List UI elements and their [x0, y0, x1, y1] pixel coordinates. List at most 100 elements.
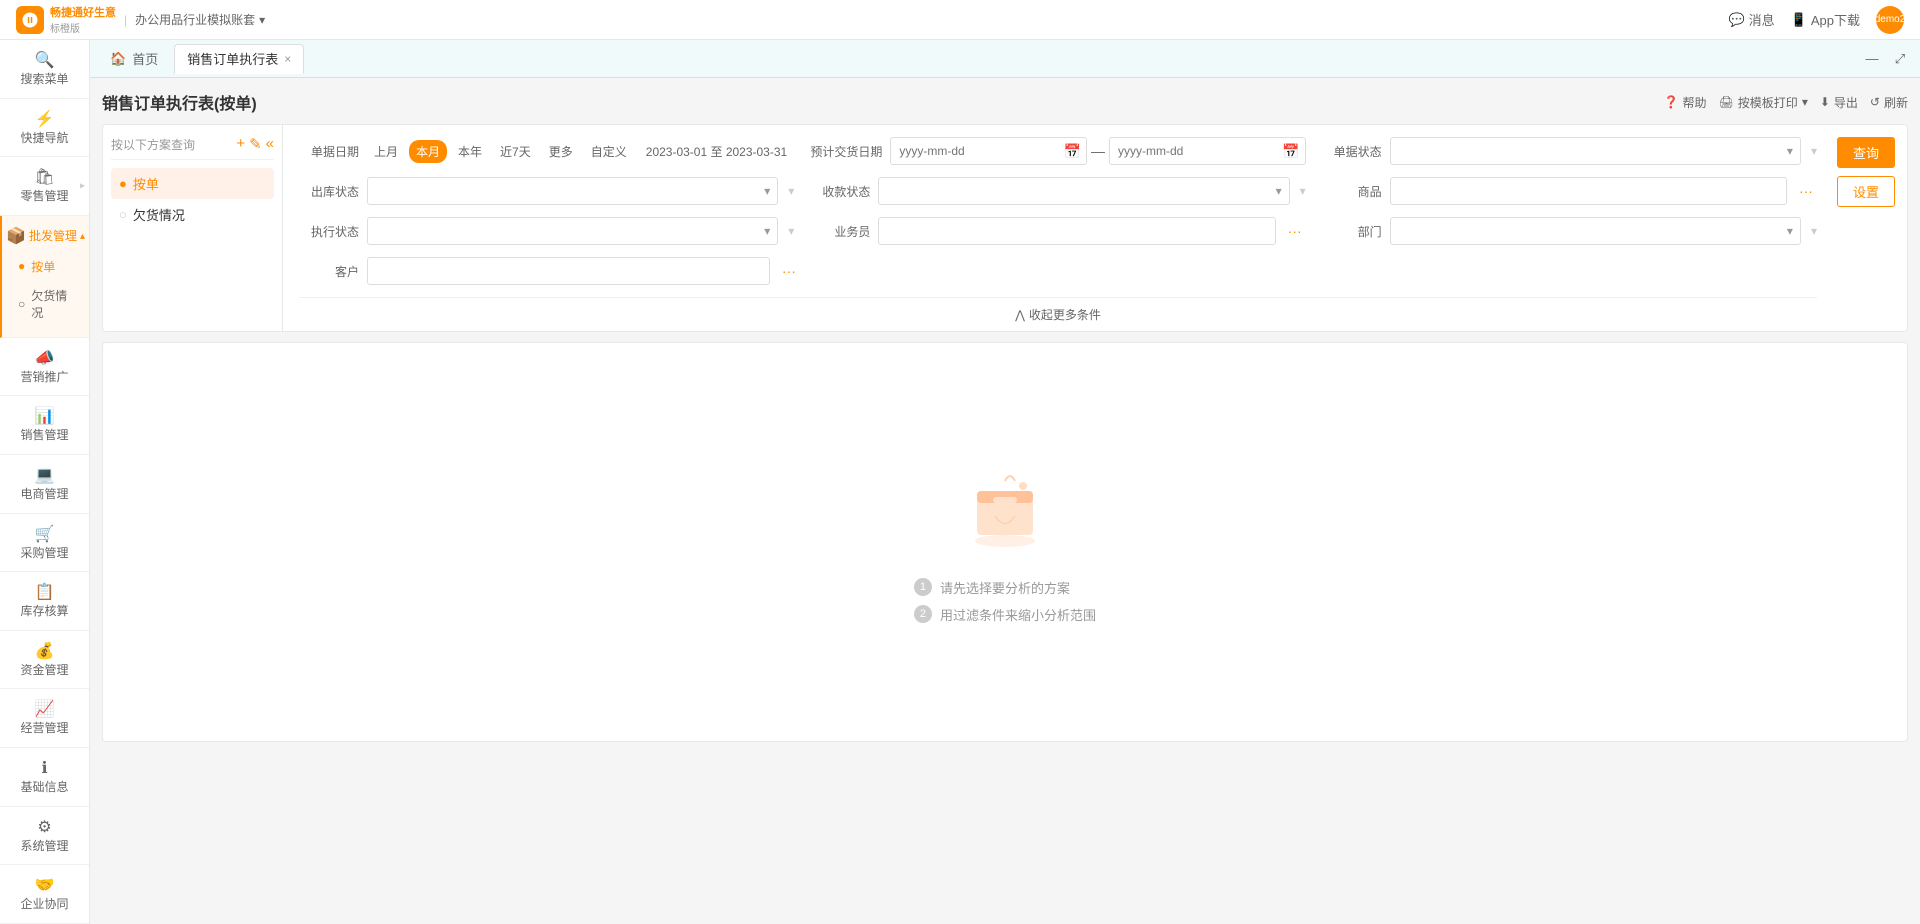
salesman-input[interactable] [878, 217, 1275, 245]
date-label: 单据日期 [299, 143, 359, 160]
sidebar-item-finance[interactable]: 💰 资金管理 [0, 631, 89, 690]
help-button[interactable]: ❓ 帮助 [1664, 94, 1707, 111]
scheme-item-shortage[interactable]: ○ 欠货情况 [111, 199, 274, 230]
app-download-action[interactable]: 📱 App下载 [1791, 10, 1860, 29]
period-this-year[interactable]: 本年 [451, 140, 489, 163]
export-button[interactable]: ⬇ 导出 [1820, 94, 1858, 111]
query-button[interactable]: 查询 [1837, 137, 1895, 168]
home-icon: 🏠 [110, 51, 126, 67]
page-title: 销售订单执行表(按单) [102, 90, 257, 114]
delivery-date-start-input[interactable] [890, 137, 1087, 165]
settings-button[interactable]: 设置 [1837, 176, 1895, 207]
filter-row-2: 出库状态 全部 未出库 部分出库 全部出库 [299, 177, 1817, 205]
tab-close-icon[interactable]: × [284, 52, 291, 66]
collapse-button[interactable]: ⋀ 收起更多条件 [1015, 306, 1101, 323]
scheme-edit-button[interactable]: ✎ [249, 135, 262, 153]
tab-sales-order[interactable]: 销售订单执行表 × [174, 44, 304, 74]
print-button[interactable]: 🖨 按模板打印 ▾ [1719, 94, 1808, 111]
filter-exec-status-item: 执行状态 全部 未执行 部分执行 全部执行 [299, 217, 794, 245]
delivery-date-label: 预计交货日期 [810, 143, 882, 160]
period-custom[interactable]: 自定义 [584, 140, 634, 163]
delivery-date-end-input[interactable] [1109, 137, 1306, 165]
out-status-select[interactable]: 全部 未出库 部分出库 全部出库 [367, 177, 778, 205]
receipt-status-arrow: ▾ [1300, 184, 1306, 198]
page-header: 销售订单执行表(按单) ❓ 帮助 🖨 按模板打印 ▾ ⬇ 导出 [102, 90, 1908, 114]
top-bar: 畅捷通好生意 标橙版 | 办公用品行业模拟账套 ▾ 💬 消息 📱 App下载 d… [0, 0, 1920, 40]
message-action[interactable]: 💬 消息 [1728, 10, 1774, 29]
data-area: 1 请先选择要分析的方案 2 用过滤条件来缩小分析范围 [102, 342, 1908, 742]
tab-maximize-button[interactable]: ⤢ [1888, 47, 1912, 71]
empty-steps: 1 请先选择要分析的方案 2 用过滤条件来缩小分析范围 [914, 578, 1096, 624]
breadcrumb-divider: | [124, 13, 127, 27]
sidebar-item-marketing[interactable]: 📣 营销推广 [0, 338, 89, 397]
exec-status-wrapper: 全部 未执行 部分执行 全部执行 [367, 217, 778, 245]
marketing-icon: 📣 [35, 348, 55, 368]
sidebar-item-basic-info[interactable]: ℹ 基础信息 [0, 748, 89, 807]
scheme-collapse-button[interactable]: « [266, 135, 274, 153]
refresh-icon: ↺ [1870, 95, 1880, 109]
sidebar-item-system[interactable]: ⚙ 系统管理 [0, 807, 89, 866]
sidebar-item-ecommerce[interactable]: 💻 电商管理 [0, 455, 89, 514]
tab-bar-actions: — ⤢ [1860, 47, 1912, 71]
tab-minimize-button[interactable]: — [1860, 47, 1884, 71]
calendar-end-icon[interactable]: 📅 [1282, 143, 1299, 160]
search-icon: 🔍 [35, 50, 55, 70]
finance-icon: 💰 [35, 641, 55, 661]
date-separator: — [1091, 143, 1105, 159]
period-7days[interactable]: 近7天 [493, 140, 538, 163]
sidebar-item-operations[interactable]: 📈 经营管理 [0, 689, 89, 748]
customer-input[interactable] [367, 257, 770, 285]
dept-select[interactable] [1390, 217, 1801, 245]
product-more-icon[interactable]: ··· [1795, 183, 1817, 199]
sidebar-item-search-menu[interactable]: 🔍 搜索菜单 [0, 40, 89, 99]
sidebar: 🔍 搜索菜单 ⚡ 快捷导航 🛍 零售管理 ▸ 📦 批发管理 ▴ ● 按单 [0, 40, 90, 924]
collapse-more-section: ⋀ 收起更多条件 [299, 297, 1817, 327]
sidebar-item-quick-nav[interactable]: ⚡ 快捷导航 [0, 99, 89, 158]
doc-status-select[interactable]: 全部 草稿 审核中 已审核 [1390, 137, 1801, 165]
logo-version: 标橙版 [50, 20, 116, 35]
filter-salesman-item: 业务员 ··· [810, 217, 1305, 245]
out-status-arrow: ▾ [788, 184, 794, 198]
collab-icon: 🤝 [35, 875, 55, 895]
export-icon: ⬇ [1820, 95, 1830, 109]
filter-product-item: 商品 ··· [1322, 177, 1817, 205]
period-more[interactable]: 更多 [542, 140, 580, 163]
refresh-button[interactable]: ↺ 刷新 [1870, 94, 1908, 111]
sidebar-item-inventory[interactable]: 📋 库存核算 [0, 572, 89, 631]
salesman-more-icon[interactable]: ··· [1284, 223, 1306, 239]
sidebar-item-sales[interactable]: 📊 销售管理 [0, 396, 89, 455]
filter-receipt-status-item: 收款状态 全部 未收款 部分收款 全部收款 [810, 177, 1305, 205]
breadcrumb[interactable]: 办公用品行业模拟账套 ▾ [135, 11, 265, 28]
product-input[interactable] [1390, 177, 1787, 205]
sidebar-item-collab[interactable]: 🤝 企业协同 [0, 865, 89, 924]
filter-delivery-date-item: 预计交货日期 📅 — 📅 [810, 137, 1305, 165]
salesman-label: 业务员 [810, 223, 870, 240]
filter-dept-item: 部门 ▾ [1322, 217, 1817, 245]
customer-more-icon[interactable]: ··· [778, 263, 800, 279]
print-arrow: ▾ [1802, 95, 1808, 109]
exec-status-select[interactable]: 全部 未执行 部分执行 全部执行 [367, 217, 778, 245]
dept-wrapper [1390, 217, 1801, 245]
tab-home[interactable]: 🏠 首页 [98, 44, 170, 74]
sidebar-item-retail[interactable]: 🛍 零售管理 ▸ [0, 157, 89, 216]
sidebar-item-purchase[interactable]: 🛒 采购管理 [0, 514, 89, 573]
calendar-start-icon[interactable]: 📅 [1064, 143, 1081, 160]
delivery-date-end-wrapper: 📅 [1109, 137, 1306, 165]
out-status-label: 出库状态 [299, 183, 359, 200]
sidebar-item-wholesale[interactable]: 📦 批发管理 ▴ ● 按单 ○ 欠货情况 [0, 216, 89, 338]
scheme-add-button[interactable]: + [236, 135, 245, 153]
wholesale-submenu: ● 按单 ○ 欠货情况 [6, 252, 85, 327]
submenu-欠货情况[interactable]: ○ 欠货情况 [6, 281, 85, 327]
period-this-month[interactable]: 本月 [409, 140, 447, 163]
message-icon: 💬 [1728, 12, 1744, 28]
logo-brand: 畅捷通好生意 [50, 4, 116, 20]
receipt-status-select[interactable]: 全部 未收款 部分收款 全部收款 [878, 177, 1289, 205]
user-action[interactable]: demo2 [1876, 6, 1904, 34]
period-last-month[interactable]: 上月 [367, 140, 405, 163]
receipt-status-label: 收款状态 [810, 183, 870, 200]
submenu-按单[interactable]: ● 按单 [6, 252, 85, 281]
scheme-radio-active-icon: ● [119, 176, 127, 191]
scheme-item-by-order[interactable]: ● 按单 [111, 168, 274, 199]
quick-nav-icon: ⚡ [35, 109, 55, 129]
filter-right-wrapper: 单据日期 上月 本月 本年 近7天 更多 自定义 [283, 125, 1907, 331]
